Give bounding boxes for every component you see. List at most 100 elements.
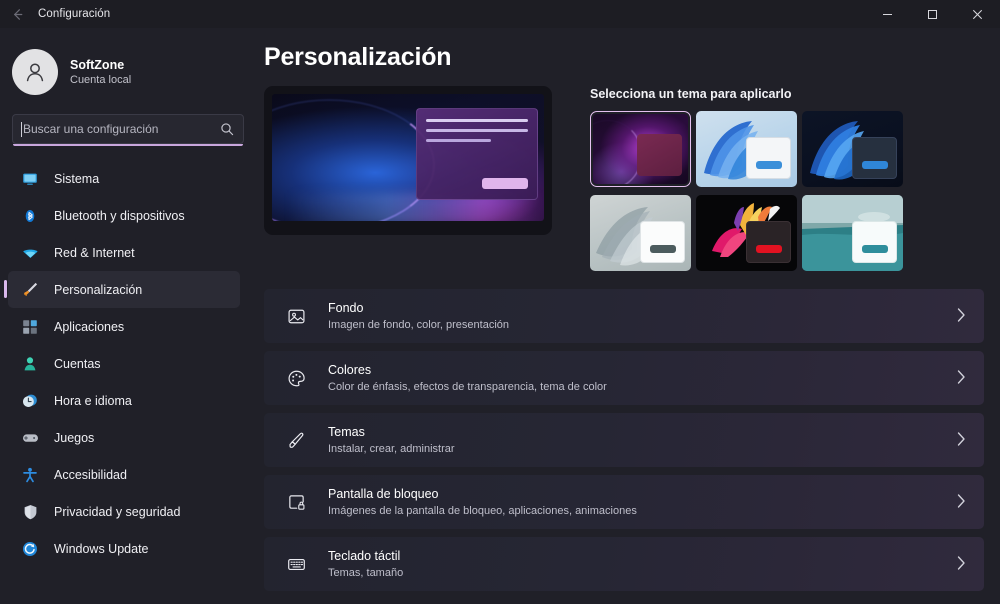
person-icon	[26, 63, 44, 82]
sidebar-item-label: Personalización	[54, 282, 143, 297]
sidebar-item-label: Sistema	[54, 171, 100, 186]
theme-window-mockup	[637, 134, 682, 176]
update-icon	[20, 541, 40, 557]
preview-and-themes: Selecciona un tema para aplicarlo	[264, 86, 1000, 271]
search-icon[interactable]	[220, 122, 234, 141]
settings-row-teclado-tactil[interactable]: Teclado táctil Temas, tamaño	[264, 537, 984, 591]
row-text: Colores Color de énfasis, efectos de tra…	[328, 361, 956, 395]
chevron-right-icon	[956, 431, 966, 450]
sidebar-item-label: Red & Internet	[54, 245, 135, 260]
sidebar-item-red-internet[interactable]: Red & Internet	[8, 234, 240, 271]
apps-icon	[20, 319, 40, 335]
sidebar-item-label: Bluetooth y dispositivos	[54, 208, 185, 223]
maximize-button[interactable]	[910, 0, 955, 28]
account-text: SoftZone Cuenta local	[70, 57, 131, 88]
theme-accent-pill	[756, 161, 782, 169]
mock-line	[426, 119, 528, 122]
theme-option-windows-claro[interactable]	[696, 111, 797, 187]
sidebar-item-accesibilidad[interactable]: Accesibilidad	[8, 456, 240, 493]
back-arrow-icon	[13, 8, 22, 20]
sidebar-item-windows-update[interactable]: Windows Update	[8, 530, 240, 567]
theme-option-flow[interactable]	[802, 195, 903, 271]
row-title: Colores	[328, 363, 372, 377]
mock-line	[426, 139, 492, 142]
theme-thumbnail	[590, 195, 691, 271]
monitor-screen	[272, 94, 544, 221]
row-title: Teclado táctil	[328, 549, 401, 563]
main-content: Personalización Selecciona un tema para …	[258, 28, 1000, 604]
minimize-button[interactable]	[865, 0, 910, 28]
maximize-icon	[928, 9, 937, 19]
theme-accent-pill	[756, 245, 782, 253]
theme-option-glow[interactable]	[590, 195, 691, 271]
chevron-right-icon	[956, 307, 966, 326]
bluetooth-icon	[20, 208, 40, 224]
theme-art	[593, 119, 643, 184]
sidebar-item-juegos[interactable]: Juegos	[8, 419, 240, 456]
chevron-right-icon	[956, 493, 966, 512]
settings-row-temas[interactable]: Temas Instalar, crear, administrar	[264, 413, 984, 467]
window-title: Configuración	[38, 8, 111, 20]
page-title: Personalización	[264, 43, 452, 71]
row-text: Temas Instalar, crear, administrar	[328, 423, 956, 457]
minimize-icon	[883, 13, 892, 15]
row-subtitle: Imágenes de la pantalla de bloqueo, apli…	[328, 505, 637, 517]
sidebar-item-personalizacion[interactable]: Personalización	[4, 271, 240, 308]
shield-icon	[20, 504, 40, 520]
theme-option-bloom-morado[interactable]	[590, 111, 691, 187]
settings-row-pantalla-bloqueo[interactable]: Pantalla de bloqueo Imágenes de la panta…	[264, 475, 984, 529]
theme-grid	[590, 111, 1000, 271]
clock-icon	[20, 393, 40, 409]
settings-list: Fondo Imagen de fondo, color, presentaci…	[264, 289, 984, 591]
settings-row-fondo[interactable]: Fondo Imagen de fondo, color, presentaci…	[264, 289, 984, 343]
window-controls	[865, 0, 1000, 28]
theme-picker: Selecciona un tema para aplicarlo	[590, 86, 1000, 271]
theme-option-windows-oscuro[interactable]	[802, 111, 903, 187]
sidebar-item-label: Cuentas	[54, 356, 101, 371]
close-button[interactable]	[955, 0, 1000, 28]
theme-accent-pill	[862, 245, 888, 253]
sidebar-item-bluetooth[interactable]: Bluetooth y dispositivos	[8, 197, 240, 234]
sidebar-item-aplicaciones[interactable]: Aplicaciones	[8, 308, 240, 345]
gamepad-icon	[20, 430, 40, 446]
theme-thumbnail	[802, 111, 903, 187]
sidebar-item-label: Accesibilidad	[54, 467, 127, 482]
theme-thumbnail	[696, 111, 797, 187]
theme-option-captured-motion[interactable]	[696, 195, 797, 271]
theme-picker-heading: Selecciona un tema para aplicarlo	[590, 87, 792, 101]
lock-screen-icon	[284, 493, 308, 512]
image-icon	[284, 307, 308, 326]
text-caret	[21, 121, 22, 137]
titlebar: Configuración	[0, 0, 1000, 28]
account-section[interactable]: SoftZone Cuenta local	[0, 38, 258, 100]
search-input[interactable]: Buscar una configuración	[12, 114, 244, 144]
theme-thumbnail	[802, 195, 903, 271]
settings-row-colores[interactable]: Colores Color de énfasis, efectos de tra…	[264, 351, 984, 405]
chevron-right-icon	[956, 555, 966, 574]
back-button[interactable]	[0, 0, 34, 28]
search-focus-underline	[13, 144, 243, 146]
theme-window-mockup	[746, 221, 791, 263]
sidebar-nav: Sistema Bluetooth y dispositivos Red & I…	[0, 160, 258, 567]
search-container: Buscar una configuración	[0, 100, 258, 146]
row-text: Teclado táctil Temas, tamaño	[328, 547, 956, 581]
row-title: Fondo	[328, 301, 364, 315]
theme-window-mockup	[746, 137, 791, 179]
row-subtitle: Instalar, crear, administrar	[328, 443, 455, 455]
magnifier-glyph	[221, 123, 234, 136]
sidebar-item-label: Privacidad y seguridad	[54, 504, 181, 519]
sidebar: SoftZone Cuenta local Buscar una configu…	[0, 28, 258, 604]
sidebar-item-cuentas[interactable]: Cuentas	[8, 345, 240, 382]
sidebar-item-label: Hora e idioma	[54, 393, 132, 408]
theme-accent-pill	[650, 245, 676, 253]
close-icon	[972, 9, 983, 19]
monitor-frame	[264, 86, 552, 235]
brush-icon	[284, 431, 308, 450]
sidebar-item-sistema[interactable]: Sistema	[8, 160, 240, 197]
row-text: Pantalla de bloqueo Imágenes de la panta…	[328, 485, 956, 519]
accessibility-icon	[20, 467, 40, 483]
sidebar-item-hora-idioma[interactable]: Hora e idioma	[8, 382, 240, 419]
search-placeholder: Buscar una configuración	[23, 122, 159, 136]
theme-thumbnail	[593, 114, 688, 184]
sidebar-item-privacidad[interactable]: Privacidad y seguridad	[8, 493, 240, 530]
